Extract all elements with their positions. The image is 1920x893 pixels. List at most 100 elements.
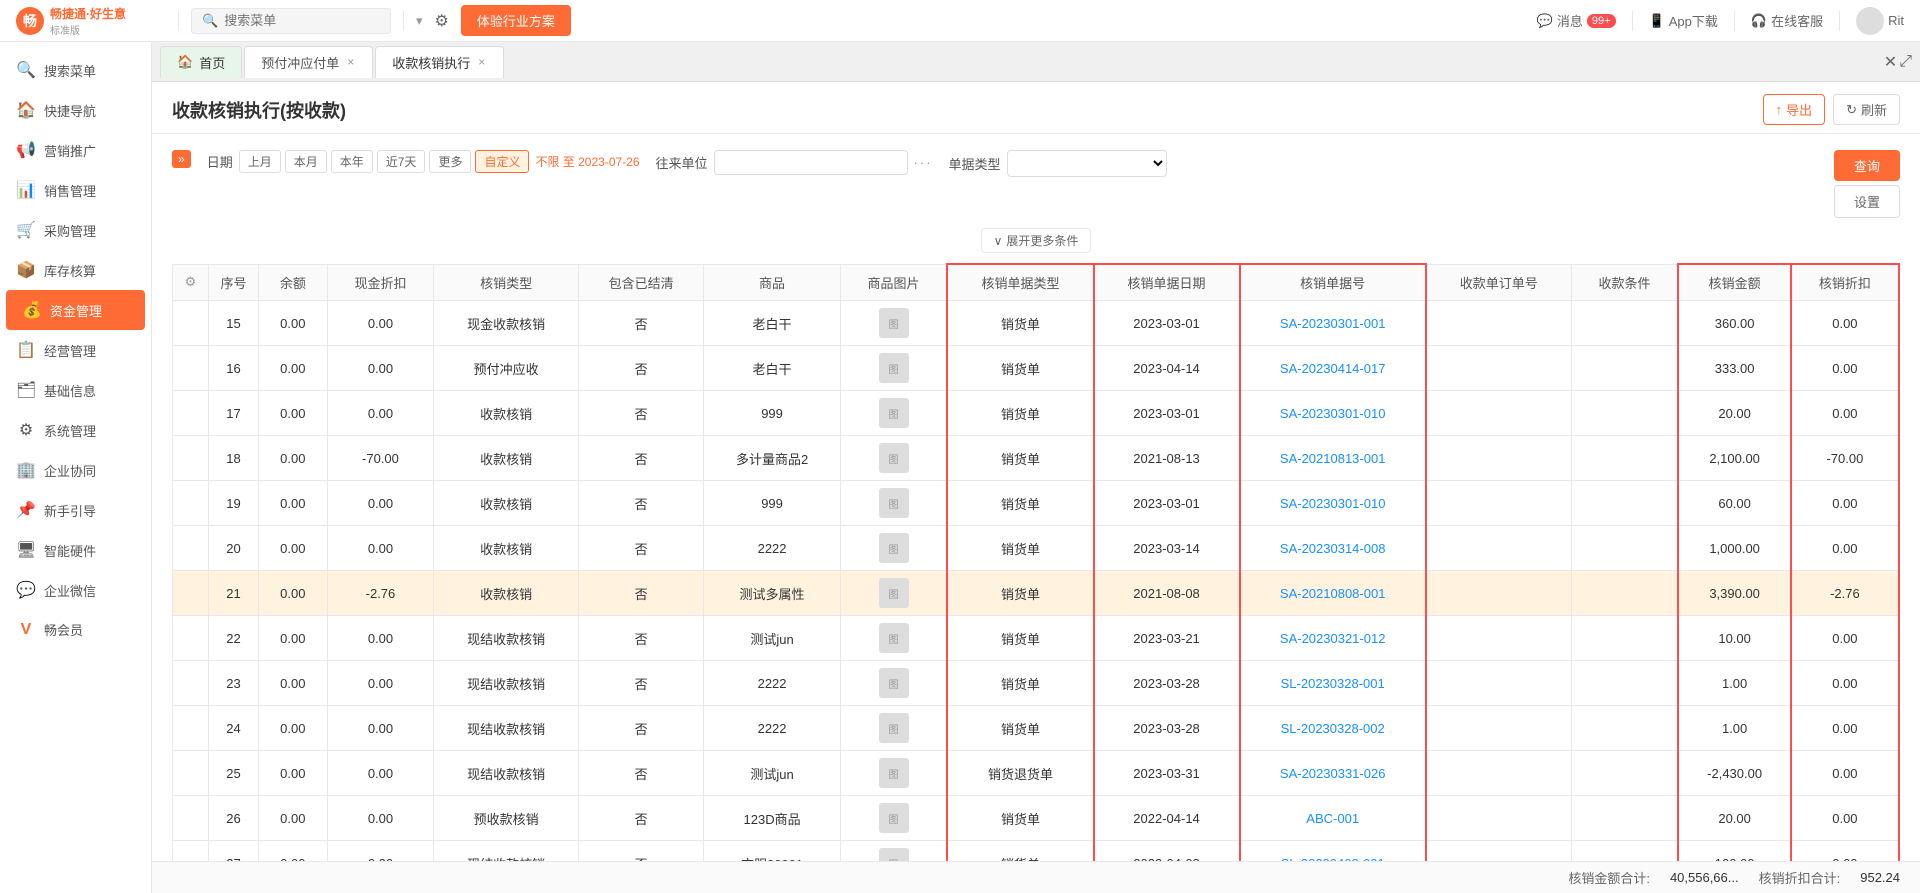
td-receipt-order	[1426, 571, 1571, 616]
bill-no-link[interactable]: SA-20230301-010	[1280, 496, 1386, 511]
table-row: 16 0.00 0.00 预付冲应收 否 老白干 图 销货单 2023-04-1…	[173, 346, 1900, 391]
td-goods-image: 图	[840, 571, 947, 616]
td-writeoff-amount: 20.00	[1678, 796, 1790, 841]
sidebar-item-sales[interactable]: 📊 销售管理	[0, 170, 151, 210]
filter-expand-btn[interactable]: »	[172, 150, 191, 168]
td-writeoff-type: 收款核销	[434, 571, 579, 616]
sidebar-item-label: 基础信息	[44, 381, 96, 400]
td-no: 26	[209, 796, 259, 841]
td-goods: 老白干	[704, 301, 840, 346]
td-no: 19	[209, 481, 259, 526]
settings-gear-button[interactable]: ⚙	[435, 11, 449, 31]
th-gear[interactable]: ⚙	[173, 264, 209, 301]
home-tab-icon: 🏠	[177, 54, 193, 70]
bill-no-link[interactable]: SL-20230328-002	[1281, 721, 1385, 736]
td-gear	[173, 706, 209, 751]
td-receipt-order	[1426, 481, 1571, 526]
date-btn-7days[interactable]: 近7天	[377, 150, 426, 173]
sidebar-item-purchase[interactable]: 🛒 采购管理	[0, 210, 151, 250]
partner-input[interactable]	[714, 150, 908, 175]
date-btn-lastmonth[interactable]: 上月	[239, 150, 281, 173]
date-btn-thismonth[interactable]: 本月	[285, 150, 327, 173]
bill-no-link[interactable]: SA-20230301-001	[1280, 316, 1386, 331]
td-goods-image: 图	[840, 796, 947, 841]
td-writeoff-amount: 333.00	[1678, 346, 1790, 391]
th-receipt-order: 收款单订单号	[1426, 264, 1571, 301]
td-bill-no: SA-20230414-017	[1240, 346, 1426, 391]
sidebar-item-system[interactable]: ⚙ 系统管理	[0, 410, 151, 450]
bill-no-link[interactable]: SA-20210808-001	[1280, 586, 1386, 601]
td-receipt-order	[1426, 796, 1571, 841]
sidebar-item-guide[interactable]: 📌 新手引导	[0, 490, 151, 530]
top-search-box[interactable]: 🔍	[191, 8, 391, 34]
th-writeoff-discount: 核销折扣	[1791, 264, 1899, 301]
messages-action[interactable]: 💬 消息 99+	[1537, 11, 1616, 30]
bill-no-link[interactable]: SA-20230301-010	[1280, 406, 1386, 421]
td-receipt-condition	[1571, 841, 1678, 862]
sidebar-item-member[interactable]: V 畅会员	[0, 610, 151, 649]
td-writeoff-type: 预收款核销	[434, 796, 579, 841]
filter-bar: » 日期 上月 本月 本年 近7天 更多 自定义 不限 至 2023-07-26	[152, 134, 1920, 263]
tab-home[interactable]: 🏠 首页	[160, 46, 242, 78]
bill-no-link[interactable]: SL-20230328-001	[1281, 676, 1385, 691]
tab-receipts[interactable]: 收款核销执行 ×	[375, 46, 504, 78]
td-gear	[173, 571, 209, 616]
refresh-button[interactable]: ↻ 刷新	[1833, 94, 1900, 125]
bill-no-link[interactable]: SA-20210813-001	[1280, 451, 1386, 466]
query-button[interactable]: 查询	[1834, 150, 1900, 181]
sidebar-item-quicknav[interactable]: 🏠 快捷导航	[0, 90, 151, 130]
sidebar-item-hardware[interactable]: 🖥 智能硬件	[0, 530, 151, 570]
tab-prepay[interactable]: 预付冲应付单 ×	[244, 46, 373, 78]
sidebar-item-enterprise[interactable]: 🏢 企业协同	[0, 450, 151, 490]
sidebar-item-label: 畅会员	[44, 620, 83, 639]
td-balance: 0.00	[259, 616, 328, 661]
expand-icon[interactable]: »	[172, 150, 191, 168]
bill-no-link[interactable]: SA-20230331-026	[1280, 766, 1386, 781]
search-input[interactable]	[224, 13, 344, 28]
filter-settings-button[interactable]: 设置	[1834, 185, 1900, 218]
sidebar-item-operations[interactable]: 📋 经营管理	[0, 330, 151, 370]
sidebar-item-marketing[interactable]: 📢 营销推广	[0, 130, 151, 170]
td-include-settled: 否	[578, 526, 704, 571]
td-cash-discount: 0.00	[327, 661, 434, 706]
tab-expand-button[interactable]: ⤢	[1899, 53, 1912, 71]
bill-no-link[interactable]: SA-20230314-008	[1280, 541, 1386, 556]
sidebar-item-wechat[interactable]: 💬 企业微信	[0, 570, 151, 610]
tab-receipts-close[interactable]: ×	[476, 55, 487, 69]
td-gear	[173, 526, 209, 571]
td-writeoff-amount: 100.00	[1678, 841, 1790, 862]
table-row: 22 0.00 0.00 现结收款核销 否 测试jun 图 销货单 2023-0…	[173, 616, 1900, 661]
date-btn-custom[interactable]: 自定义	[475, 150, 529, 173]
tab-close-all-button[interactable]: ✕	[1884, 52, 1897, 72]
sidebar-item-search[interactable]: 🔍 搜索菜单	[0, 50, 151, 90]
industry-solution-button[interactable]: 体验行业方案	[461, 5, 571, 36]
td-no: 24	[209, 706, 259, 751]
sidebar-item-label: 经营管理	[44, 341, 96, 360]
bill-no-link[interactable]: SA-20230321-012	[1280, 631, 1386, 646]
expand-more-button[interactable]: ∨ 展开更多条件	[981, 228, 1092, 253]
date-btn-thisyear[interactable]: 本年	[331, 150, 373, 173]
sidebar-item-label: 系统管理	[44, 421, 96, 440]
sidebar-item-inventory[interactable]: 📦 库存核算	[0, 250, 151, 290]
user-profile[interactable]: Rit	[1856, 7, 1904, 35]
online-service-action[interactable]: 🎧 在线客服	[1751, 11, 1823, 30]
td-include-settled: 否	[578, 346, 704, 391]
td-receipt-condition	[1571, 346, 1678, 391]
sidebar-item-basic[interactable]: 🗂 基础信息	[0, 370, 151, 410]
export-button[interactable]: ↑ 导出	[1763, 94, 1826, 125]
date-btn-more[interactable]: 更多	[429, 150, 471, 173]
sidebar-item-finance[interactable]: 💰 资金管理	[6, 290, 145, 330]
app-download-action[interactable]: 📱 App下载	[1649, 11, 1718, 30]
td-include-settled: 否	[578, 436, 704, 481]
td-goods-image: 图	[840, 841, 947, 862]
td-bill-date: 2023-03-21	[1094, 616, 1240, 661]
date-label: 日期	[207, 152, 233, 171]
bill-no-link[interactable]: SA-20230414-017	[1280, 361, 1386, 376]
voucher-type-select[interactable]	[1007, 150, 1167, 177]
gear-icon[interactable]: ⚙	[185, 274, 197, 289]
tab-prepay-close[interactable]: ×	[345, 55, 356, 69]
table-row: 23 0.00 0.00 现结收款核销 否 2222 图 销货单 2023-03…	[173, 661, 1900, 706]
bill-no-link[interactable]: ABC-001	[1306, 811, 1359, 826]
operations-icon: 📋	[16, 340, 36, 360]
table-area: ⚙ 序号 余额 现金折扣 核销类型 包含已结清 商品 商品图片 核销单据类型 核…	[152, 263, 1920, 861]
